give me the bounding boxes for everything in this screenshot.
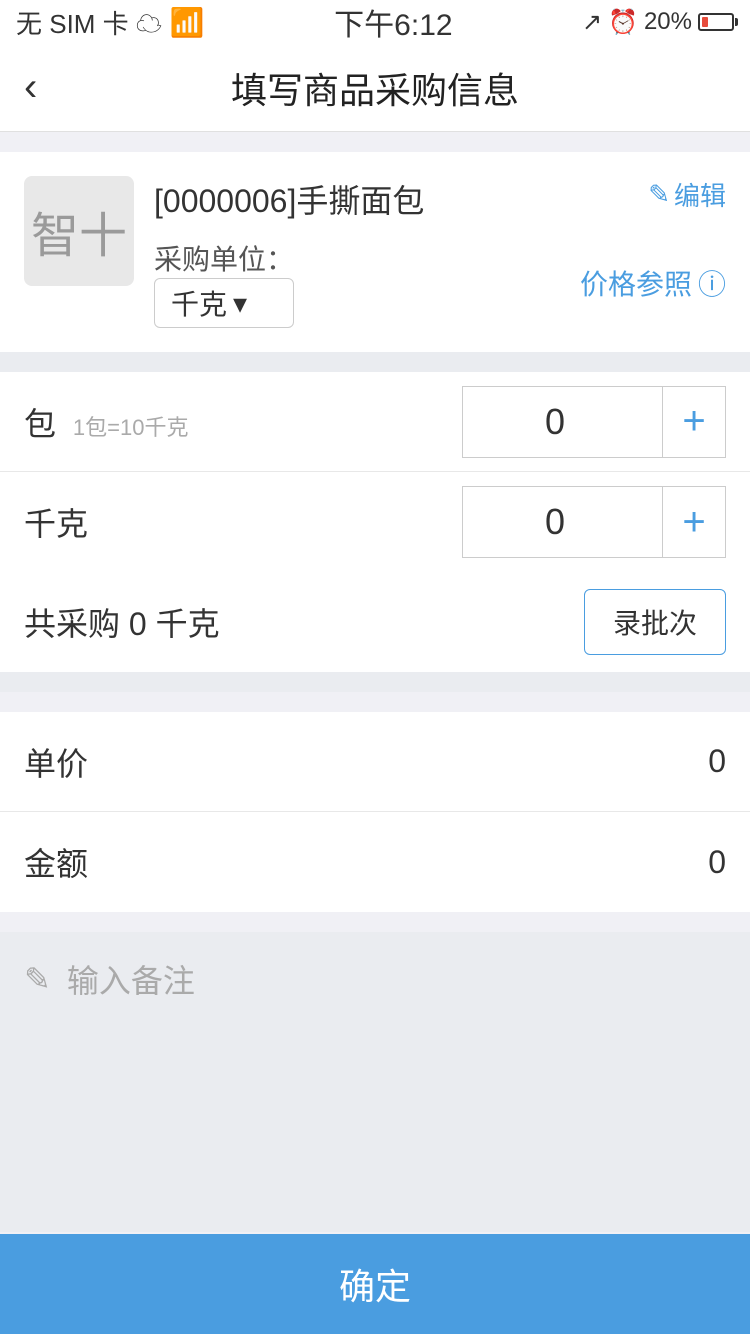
confirm-button-label: 确定	[339, 1258, 411, 1310]
product-name-row: [0000006]手撕面包 ✎ 编辑	[154, 176, 726, 222]
wifi-icon: 📶	[170, 6, 205, 39]
status-bar: 无 SIM 卡 ☁ 📶 下午6:12 ↗ ⏰ 20%	[0, 0, 750, 44]
batch-button[interactable]: 录批次	[584, 589, 726, 655]
divider-1	[0, 352, 750, 372]
kg-plus-button[interactable]: +	[662, 486, 726, 558]
battery-text: 20%	[644, 8, 692, 36]
kg-label: 千克	[24, 499, 462, 545]
no-sim-text: 无 SIM 卡 ☁	[16, 4, 162, 41]
nav-bar: ‹ 填写商品采购信息	[0, 44, 750, 132]
note-placeholder: 输入备注	[67, 956, 195, 1002]
edit-link[interactable]: ✎ 编辑	[648, 176, 726, 213]
price-ref-help-icon: ⓘ	[698, 263, 726, 303]
amount-label: 金额	[24, 839, 88, 885]
kg-input-row: 千克 +	[0, 472, 750, 572]
product-logo: 智十	[31, 196, 127, 266]
amount-row: 金额 0	[0, 812, 750, 912]
status-left: 无 SIM 卡 ☁ 📶	[16, 4, 205, 41]
bao-plus-button[interactable]: +	[662, 386, 726, 458]
status-time: 下午6:12	[334, 0, 452, 44]
kg-input[interactable]	[462, 486, 662, 558]
price-info-section: 单价 0 金额 0	[0, 712, 750, 912]
amount-value: 0	[708, 844, 726, 881]
alarm-icon: ⏰	[608, 8, 638, 37]
edit-label: 编辑	[674, 176, 726, 213]
bao-input-row: 包 1包=10千克 +	[0, 372, 750, 472]
edit-icon: ✎	[648, 179, 670, 210]
pencil-icon: ✎	[24, 960, 51, 998]
product-name: [0000006]手撕面包	[154, 176, 424, 222]
bao-sublabel: 1包=10千克	[73, 415, 189, 440]
product-image: 智十	[24, 176, 134, 286]
unit-value: 千克	[171, 283, 227, 323]
kg-input-wrap: +	[462, 486, 726, 558]
quantity-section: 包 1包=10千克 + 千克 +	[0, 372, 750, 572]
unit-dropdown[interactable]: 千克 ▾	[154, 278, 294, 328]
back-button[interactable]: ‹	[24, 65, 37, 110]
battery-icon	[698, 13, 734, 31]
summary-text: 共采购 0 千克	[24, 599, 220, 645]
unit-price-row: 单价 0	[0, 712, 750, 812]
dropdown-arrow: ▾	[233, 287, 247, 320]
status-right: ↗ ⏰ 20%	[582, 8, 734, 37]
bao-input-wrap: +	[462, 386, 726, 458]
location-icon: ↗	[582, 8, 602, 37]
product-info: [0000006]手撕面包 ✎ 编辑 采购单位： 千克 ▾ 价格参照 ⓘ	[154, 176, 726, 328]
bao-input[interactable]	[462, 386, 662, 458]
confirm-button[interactable]: 确定	[0, 1234, 750, 1334]
price-ref-label: 价格参照	[580, 263, 692, 303]
divider-2	[0, 672, 750, 692]
page-title: 填写商品采购信息	[231, 62, 519, 114]
unit-label: 采购单位： 千克 ▾	[154, 238, 294, 328]
price-ref-link[interactable]: 价格参照 ⓘ	[580, 263, 726, 303]
product-card: 智十 [0000006]手撕面包 ✎ 编辑 采购单位： 千克 ▾ 价格参照 ⓘ	[0, 152, 750, 352]
summary-value: 0	[129, 606, 147, 642]
unit-row: 采购单位： 千克 ▾ 价格参照 ⓘ	[154, 238, 726, 328]
unit-price-label: 单价	[24, 739, 88, 785]
summary-unit: 千克	[156, 606, 220, 642]
summary-row: 共采购 0 千克 录批次	[0, 572, 750, 672]
note-section[interactable]: ✎ 输入备注	[0, 932, 750, 1232]
unit-price-value: 0	[708, 743, 726, 780]
bao-label: 包 1包=10千克	[24, 399, 462, 445]
